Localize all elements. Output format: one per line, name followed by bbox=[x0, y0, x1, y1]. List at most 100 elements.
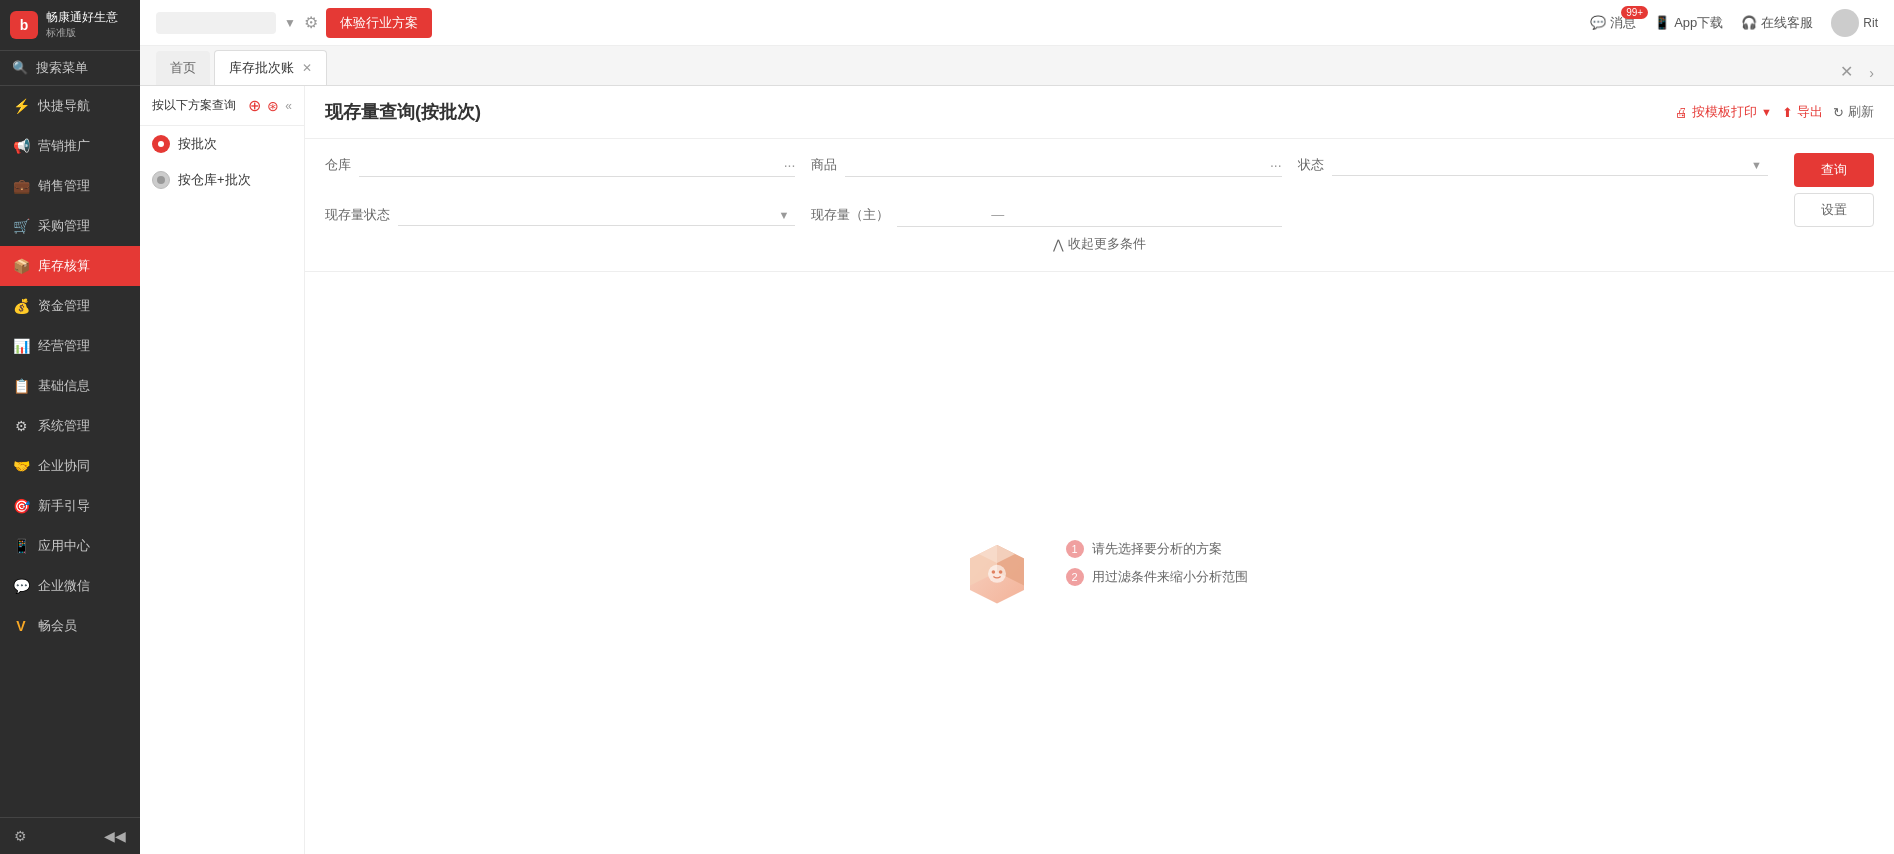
main-panel: 现存量查询(按批次) 🖨 按模板打印 ▼ ⬆ 导出 ↻ 刷新 bbox=[305, 86, 1894, 854]
experience-btn[interactable]: 体验行业方案 bbox=[326, 8, 432, 38]
search-menu-label: 搜索菜单 bbox=[36, 59, 88, 77]
print-dropdown-icon[interactable]: ▼ bbox=[1761, 106, 1772, 118]
sidebar-item-marketing[interactable]: 📢 营销推广 bbox=[0, 126, 140, 166]
scheme-header-icons: ⊕ ⊛ « bbox=[248, 96, 292, 115]
phone-icon: 📱 bbox=[1654, 15, 1670, 30]
sidebar-item-sales[interactable]: 💼 销售管理 bbox=[0, 166, 140, 206]
scheme-item-by-warehouse-batch[interactable]: 按仓库+批次 bbox=[140, 162, 304, 198]
print-btn[interactable]: 🖨 按模板打印 ▼ bbox=[1675, 103, 1772, 121]
inventory-amount-to[interactable] bbox=[1012, 207, 1092, 222]
empty-content: 1 请先选择要分析的方案 2 用过滤条件来缩小分析范围 bbox=[952, 518, 1248, 608]
settings-scheme-icon[interactable]: ⊛ bbox=[267, 98, 279, 114]
warehouse-input[interactable] bbox=[359, 153, 784, 176]
filter-goods: 商品 ··· bbox=[811, 153, 1281, 177]
scheme-header-label: 按以下方案查询 bbox=[152, 97, 236, 114]
add-scheme-icon[interactable]: ⊕ bbox=[248, 96, 261, 115]
sidebar-item-weixin[interactable]: 💬 企业微信 bbox=[0, 566, 140, 606]
page-header-actions: 🖨 按模板打印 ▼ ⬆ 导出 ↻ 刷新 bbox=[1675, 103, 1874, 135]
collapse-sidebar-icon[interactable]: ◀◀ bbox=[104, 828, 126, 844]
sidebar-item-purchase[interactable]: 🛒 采购管理 bbox=[0, 206, 140, 246]
tab-close-icon[interactable]: ✕ bbox=[302, 61, 312, 75]
messages-count: 99+ bbox=[1621, 6, 1648, 19]
refresh-label: 刷新 bbox=[1848, 103, 1874, 121]
tab-batch-label: 库存批次账 bbox=[229, 59, 294, 77]
warehouse-dots[interactable]: ··· bbox=[784, 157, 796, 173]
collapse-label: 收起更多条件 bbox=[1068, 235, 1146, 253]
scheme-item-by-batch[interactable]: 按批次 bbox=[140, 126, 304, 162]
print-icon: 🖨 bbox=[1675, 105, 1688, 120]
tab-batch-account[interactable]: 库存批次账 ✕ bbox=[214, 50, 327, 85]
system-icon: ⚙ bbox=[12, 417, 30, 435]
collapse-more-btn[interactable]: ⋀ 收起更多条件 bbox=[325, 227, 1874, 257]
sidebar-item-inventory[interactable]: 📦 库存核算 bbox=[0, 246, 140, 286]
sidebar-footer: ⚙ ◀◀ bbox=[0, 817, 140, 854]
export-btn[interactable]: ⬆ 导出 bbox=[1782, 103, 1823, 121]
inventory-amount-from[interactable] bbox=[903, 207, 983, 222]
inv-status-dropdown-icon: ▼ bbox=[778, 209, 789, 221]
sidebar-item-finance[interactable]: 💰 资金管理 bbox=[0, 286, 140, 326]
panel-arrow-icon[interactable]: › bbox=[1865, 61, 1878, 85]
topbar-search-input[interactable] bbox=[156, 12, 276, 34]
refresh-btn[interactable]: ↻ 刷新 bbox=[1833, 103, 1874, 121]
app-download-item[interactable]: 📱 App下载 bbox=[1654, 14, 1723, 32]
status-label: 状态 bbox=[1298, 156, 1324, 174]
sidebar-item-operations[interactable]: 📊 经营管理 bbox=[0, 326, 140, 366]
sidebar-header: b 畅康通好生意 标准版 bbox=[0, 0, 140, 51]
settings-footer-icon[interactable]: ⚙ bbox=[14, 828, 27, 844]
sidebar-item-vip[interactable]: V 畅会员 bbox=[0, 606, 140, 646]
scheme-label-batch: 按批次 bbox=[178, 135, 217, 153]
hint-num-1: 1 bbox=[1066, 540, 1084, 558]
sidebar-item-label: 企业协同 bbox=[38, 457, 90, 475]
app-version: 标准版 bbox=[46, 26, 118, 40]
goods-dots[interactable]: ··· bbox=[1270, 157, 1282, 173]
empty-state: 1 请先选择要分析的方案 2 用过滤条件来缩小分析范围 bbox=[305, 272, 1894, 854]
inventory-status-select[interactable]: ▼ bbox=[398, 205, 795, 226]
sidebar-item-label: 营销推广 bbox=[38, 137, 90, 155]
sidebar-item-system[interactable]: ⚙ 系统管理 bbox=[0, 406, 140, 446]
tab-home[interactable]: 首页 bbox=[156, 51, 210, 85]
customer-service-item[interactable]: 🎧 在线客服 bbox=[1741, 14, 1813, 32]
svg-point-4 bbox=[988, 565, 1006, 583]
basic-icon: 📋 bbox=[12, 377, 30, 395]
set-btn[interactable]: 设置 bbox=[1794, 193, 1874, 227]
company-name: 畅康通好生意 bbox=[46, 10, 118, 26]
content-area: 按以下方案查询 ⊕ ⊛ « 按批次 按仓库+批次 bbox=[140, 86, 1894, 854]
goods-input[interactable] bbox=[845, 153, 1270, 176]
finance-icon: 💰 bbox=[12, 297, 30, 315]
sidebar-item-enterprise[interactable]: 🤝 企业协同 bbox=[0, 446, 140, 486]
collapse-scheme-btn[interactable]: « bbox=[285, 99, 292, 113]
sidebar-search[interactable]: 🔍 搜索菜单 bbox=[0, 51, 140, 86]
operations-icon: 📊 bbox=[12, 337, 30, 355]
status-dropdown-icon: ▼ bbox=[1751, 159, 1762, 171]
sidebar-item-shortcut[interactable]: ⚡ 快捷导航 bbox=[0, 86, 140, 126]
topbar-dropdown-arrow[interactable]: ▼ bbox=[284, 16, 296, 30]
user-profile[interactable]: Rit bbox=[1831, 9, 1878, 37]
close-panel-btn[interactable]: ✕ bbox=[1832, 58, 1861, 85]
page-title: 现存量查询(按批次) bbox=[325, 100, 481, 138]
hint-num-2: 2 bbox=[1066, 568, 1084, 586]
sidebar-item-label: 应用中心 bbox=[38, 537, 90, 555]
sidebar-item-label: 销售管理 bbox=[38, 177, 90, 195]
collapse-icon: ⋀ bbox=[1053, 237, 1064, 252]
sidebar-item-guide[interactable]: 🎯 新手引导 bbox=[0, 486, 140, 526]
sidebar-item-label: 新手引导 bbox=[38, 497, 90, 515]
query-btn[interactable]: 查询 bbox=[1794, 153, 1874, 187]
empty-hint-2: 2 用过滤条件来缩小分析范围 bbox=[1066, 568, 1248, 586]
scheme-label-warehouse-batch: 按仓库+批次 bbox=[178, 171, 251, 189]
hint-text-1: 请先选择要分析的方案 bbox=[1092, 540, 1222, 558]
purchase-icon: 🛒 bbox=[12, 217, 30, 235]
status-select[interactable]: ▼ bbox=[1332, 155, 1768, 176]
messages-badge[interactable]: 💬 消息 99+ bbox=[1590, 14, 1636, 32]
sidebar-item-appstore[interactable]: 📱 应用中心 bbox=[0, 526, 140, 566]
sidebar-item-label: 经营管理 bbox=[38, 337, 90, 355]
filter-warehouse: 仓库 ··· bbox=[325, 153, 795, 177]
filter-inventory-status: 现存量状态 ▼ bbox=[325, 205, 795, 226]
sidebar-item-basic[interactable]: 📋 基础信息 bbox=[0, 366, 140, 406]
guide-icon: 🎯 bbox=[12, 497, 30, 515]
vip-icon: V bbox=[12, 617, 30, 635]
app-download-label: App下载 bbox=[1674, 14, 1723, 32]
topbar-gear-icon[interactable]: ⚙ bbox=[304, 13, 318, 32]
export-icon: ⬆ bbox=[1782, 105, 1793, 120]
warehouse-input-wrapper: ··· bbox=[359, 153, 795, 177]
sidebar-item-label: 系统管理 bbox=[38, 417, 90, 435]
